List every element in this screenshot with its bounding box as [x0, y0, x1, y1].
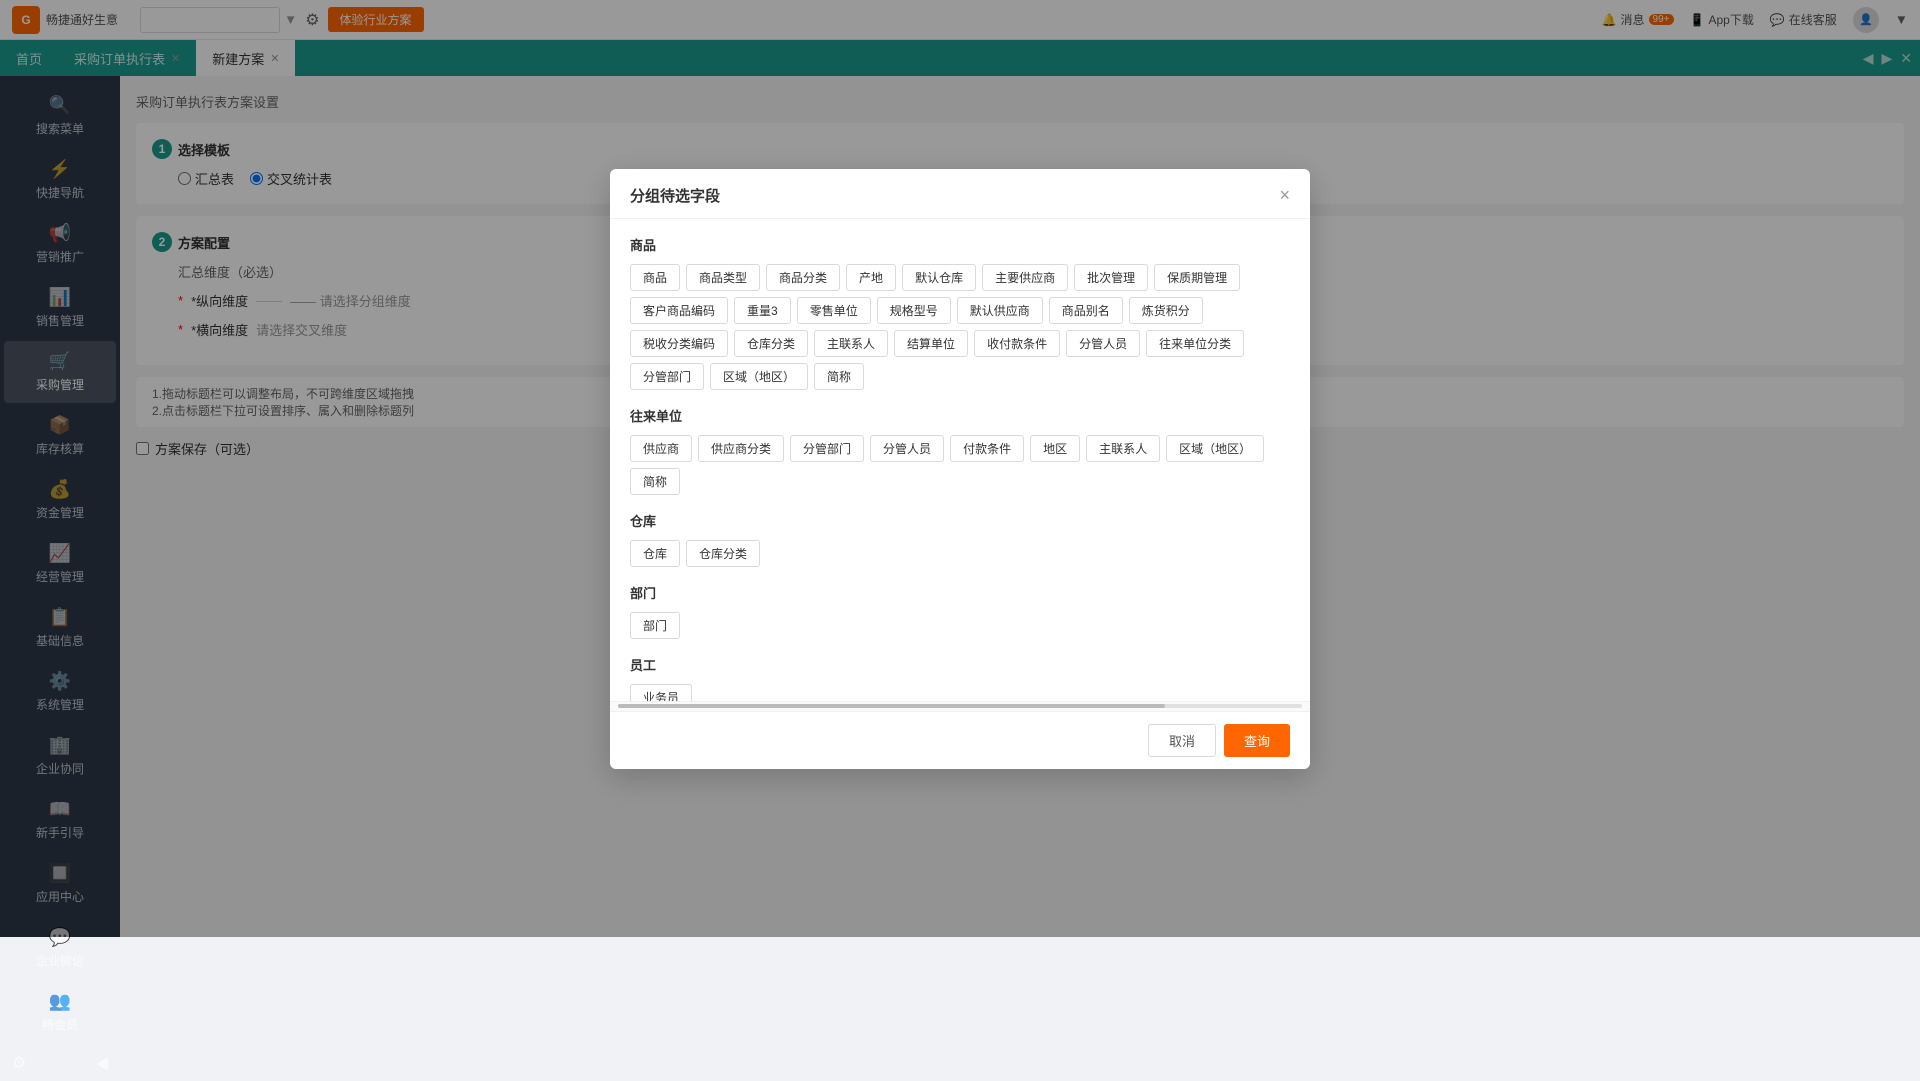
sidebar-item-member[interactable]: 👥 畅会员 [4, 981, 116, 1043]
cancel-button[interactable]: 取消 [1148, 724, 1216, 757]
field-tag-warehouse-1[interactable]: 仓库分类 [686, 540, 760, 567]
field-tag-goods-15[interactable]: 税收分类编码 [630, 330, 728, 357]
field-tag-goods-12[interactable]: 默认供应商 [957, 297, 1043, 324]
sidebar-item-label: 畅会员 [42, 1016, 78, 1033]
field-tag-partner-1[interactable]: 供应商分类 [698, 435, 784, 462]
goods-fields: 商品 商品类型 商品分类 产地 默认仓库 主要供应商 批次管理 保质期管理 客户… [630, 264, 1290, 390]
employee-fields: 业务员 [630, 684, 1290, 702]
field-tag-emp-0[interactable]: 业务员 [630, 684, 692, 702]
department-fields: 部门 [630, 612, 1290, 639]
field-tag-goods-23[interactable]: 区域（地区） [710, 363, 808, 390]
field-tag-partner-0[interactable]: 供应商 [630, 435, 692, 462]
section-warehouse: 仓库 仓库 仓库分类 [630, 511, 1290, 567]
field-tag-partner-4[interactable]: 付款条件 [950, 435, 1024, 462]
field-tag-partner-8[interactable]: 简称 [630, 468, 680, 495]
sidebar-collapse-btn[interactable]: ◀ [96, 1053, 108, 1073]
sidebar-bottom: ⚙ ◀ [0, 1044, 120, 1081]
field-tag-partner-3[interactable]: 分管人员 [870, 435, 944, 462]
field-tag-goods-4[interactable]: 默认仓库 [902, 264, 976, 291]
field-tag-goods-10[interactable]: 零售单位 [797, 297, 871, 324]
field-tag-goods-14[interactable]: 炼货积分 [1129, 297, 1203, 324]
field-tag-partner-5[interactable]: 地区 [1030, 435, 1080, 462]
section-warehouse-title: 仓库 [630, 511, 1290, 530]
field-tag-goods-7[interactable]: 保质期管理 [1154, 264, 1240, 291]
confirm-button[interactable]: 查询 [1224, 724, 1290, 757]
field-tag-partner-7[interactable]: 区域（地区） [1166, 435, 1264, 462]
modal-horizontal-scrollbar[interactable] [610, 701, 1310, 710]
modal-overlay: 分组待选字段 × 商品 商品 商品类型 商品分类 产地 默认仓库 主要供应商 批… [0, 0, 1920, 937]
field-tag-goods-11[interactable]: 规格型号 [877, 297, 951, 324]
field-tag-warehouse-0[interactable]: 仓库 [630, 540, 680, 567]
field-tag-goods-17[interactable]: 主联系人 [814, 330, 888, 357]
field-tag-partner-6[interactable]: 主联系人 [1086, 435, 1160, 462]
member-icon: 👥 [49, 991, 71, 1012]
sidebar-settings-btn[interactable]: ⚙ [12, 1053, 26, 1073]
field-tag-goods-22[interactable]: 分管部门 [630, 363, 704, 390]
field-tag-goods-3[interactable]: 产地 [846, 264, 896, 291]
section-goods-title: 商品 [630, 235, 1290, 254]
field-tag-partner-2[interactable]: 分管部门 [790, 435, 864, 462]
field-tag-dept-0[interactable]: 部门 [630, 612, 680, 639]
partner-fields: 供应商 供应商分类 分管部门 分管人员 付款条件 地区 主联系人 区域（地区） … [630, 435, 1290, 495]
field-tag-goods-5[interactable]: 主要供应商 [982, 264, 1068, 291]
modal-footer: 取消 查询 [610, 711, 1310, 769]
sidebar-item-label: 企业微信 [36, 952, 84, 969]
section-partner-title: 往来单位 [630, 406, 1290, 425]
field-tag-goods-8[interactable]: 客户商品编码 [630, 297, 728, 324]
section-department: 部门 部门 [630, 583, 1290, 639]
modal-body: 商品 商品 商品类型 商品分类 产地 默认仓库 主要供应商 批次管理 保质期管理… [610, 219, 1310, 702]
field-tag-goods-6[interactable]: 批次管理 [1074, 264, 1148, 291]
field-tag-goods-19[interactable]: 收付款条件 [974, 330, 1060, 357]
field-tag-goods-20[interactable]: 分管人员 [1066, 330, 1140, 357]
modal-close-btn[interactable]: × [1279, 186, 1290, 204]
field-tag-goods-18[interactable]: 结算单位 [894, 330, 968, 357]
field-tag-goods-21[interactable]: 往来单位分类 [1146, 330, 1244, 357]
section-partner: 往来单位 供应商 供应商分类 分管部门 分管人员 付款条件 地区 主联系人 区域… [630, 406, 1290, 495]
section-employee-title: 员工 [630, 655, 1290, 674]
warehouse-fields: 仓库 仓库分类 [630, 540, 1290, 567]
field-tag-goods-16[interactable]: 仓库分类 [734, 330, 808, 357]
section-department-title: 部门 [630, 583, 1290, 602]
field-tag-goods-13[interactable]: 商品别名 [1049, 297, 1123, 324]
field-tag-goods-2[interactable]: 商品分类 [766, 264, 840, 291]
field-tag-goods-9[interactable]: 重量3 [734, 297, 791, 324]
field-tag-goods-0[interactable]: 商品 [630, 264, 680, 291]
field-tag-goods-24[interactable]: 简称 [814, 363, 864, 390]
field-select-modal: 分组待选字段 × 商品 商品 商品类型 商品分类 产地 默认仓库 主要供应商 批… [610, 169, 1310, 769]
field-tag-goods-1[interactable]: 商品类型 [686, 264, 760, 291]
section-goods: 商品 商品 商品类型 商品分类 产地 默认仓库 主要供应商 批次管理 保质期管理… [630, 235, 1290, 390]
modal-title: 分组待选字段 [630, 185, 720, 206]
section-employee: 员工 业务员 [630, 655, 1290, 702]
modal-header: 分组待选字段 × [610, 169, 1310, 219]
